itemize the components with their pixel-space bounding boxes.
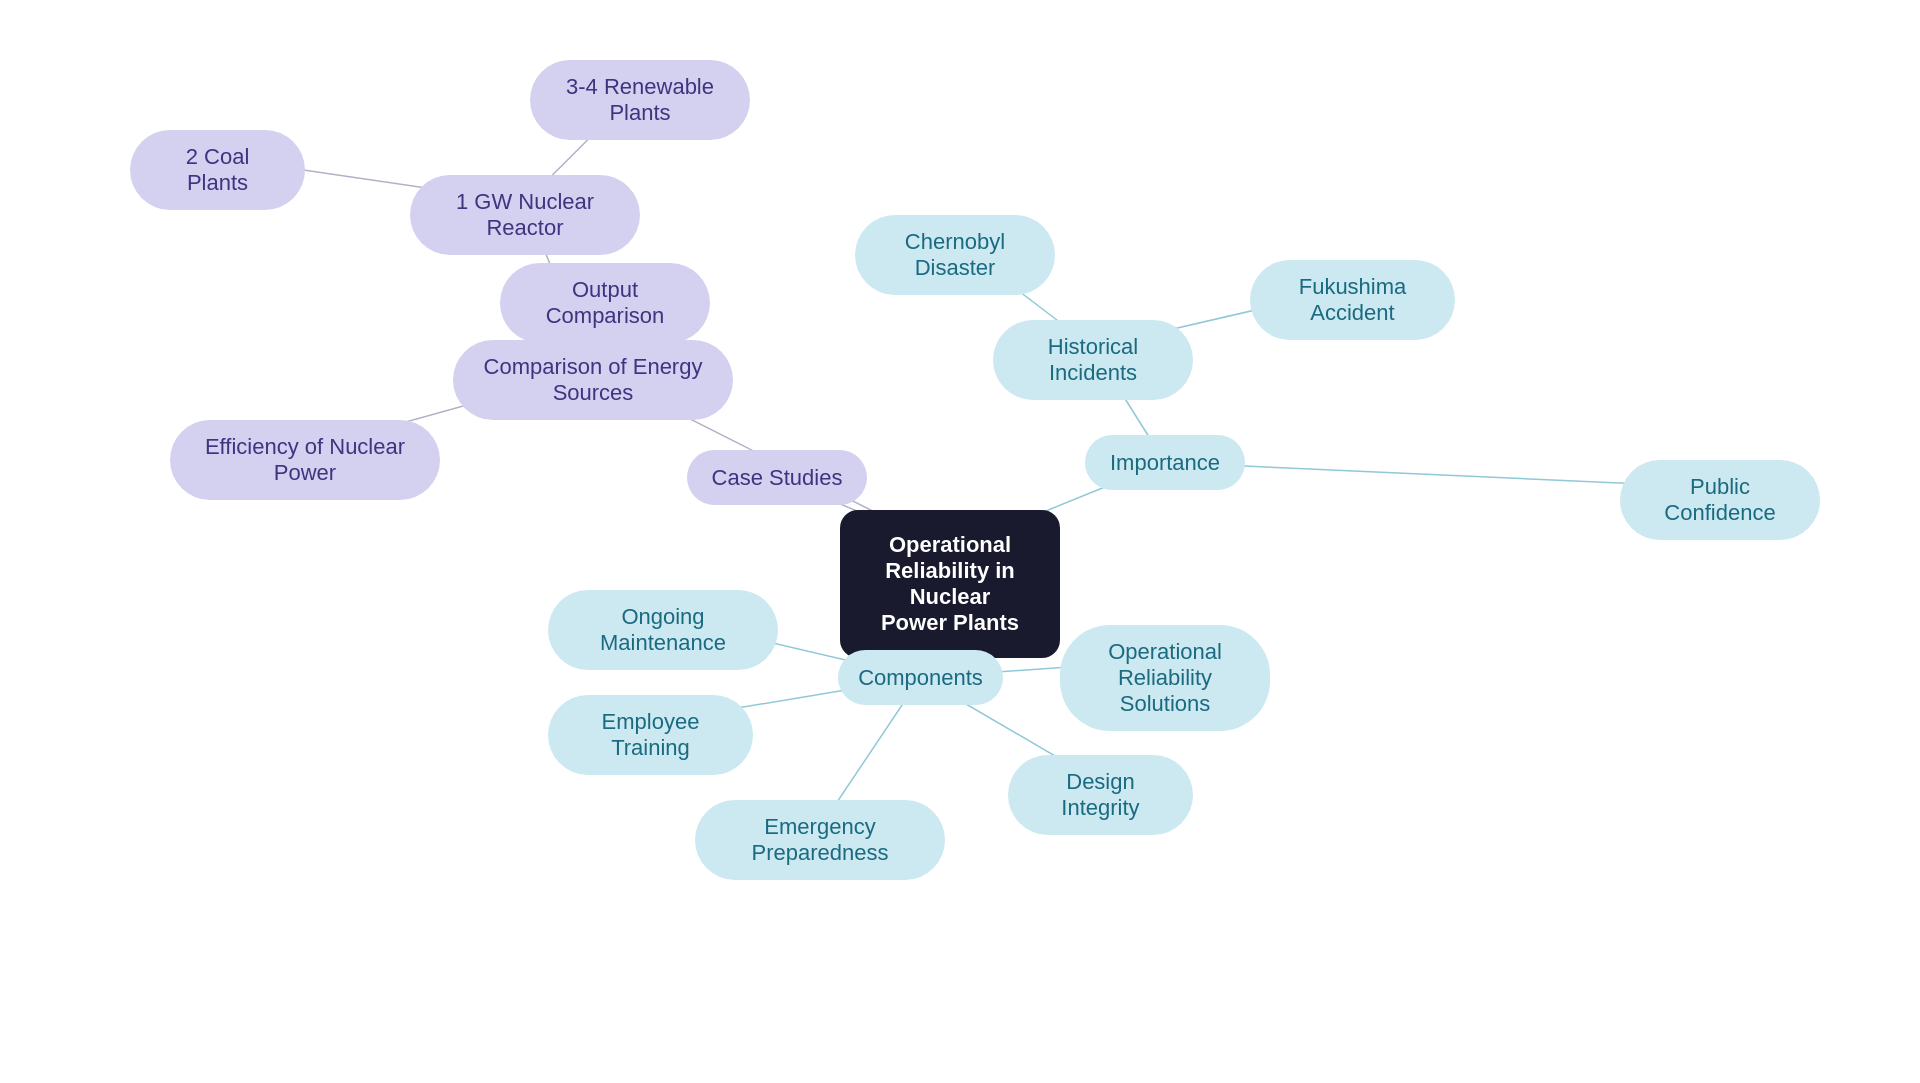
node-renewable: 3-4 Renewable Plants [530, 60, 750, 140]
node-components: Components [838, 650, 1003, 705]
node-emergency_preparedness: Emergency Preparedness [695, 800, 945, 880]
node-casestudies: Case Studies [687, 450, 867, 505]
node-importance: Importance [1085, 435, 1245, 490]
node-employee_training: Employee Training [548, 695, 753, 775]
node-ongoing_maintenance: Ongoing Maintenance [548, 590, 778, 670]
node-central: Operational Reliability in Nuclear Power… [840, 510, 1060, 658]
node-efficiency: Efficiency of Nuclear Power [170, 420, 440, 500]
node-nuclear_reactor: 1 GW Nuclear Reactor [410, 175, 640, 255]
node-output_comparison: Output Comparison [500, 263, 710, 343]
node-chernobyl: Chernobyl Disaster [855, 215, 1055, 295]
node-design_integrity: Design Integrity [1008, 755, 1193, 835]
node-fukushima: Fukushima Accident [1250, 260, 1455, 340]
node-public_confidence: Public Confidence [1620, 460, 1820, 540]
node-op_reliability_solutions: Operational Reliability Solutions [1060, 625, 1270, 731]
node-comparison: Comparison of Energy Sources [453, 340, 733, 420]
node-coal: 2 Coal Plants [130, 130, 305, 210]
node-historical: Historical Incidents [993, 320, 1193, 400]
mindmap-container: Operational Reliability in Nuclear Power… [0, 0, 1920, 1083]
